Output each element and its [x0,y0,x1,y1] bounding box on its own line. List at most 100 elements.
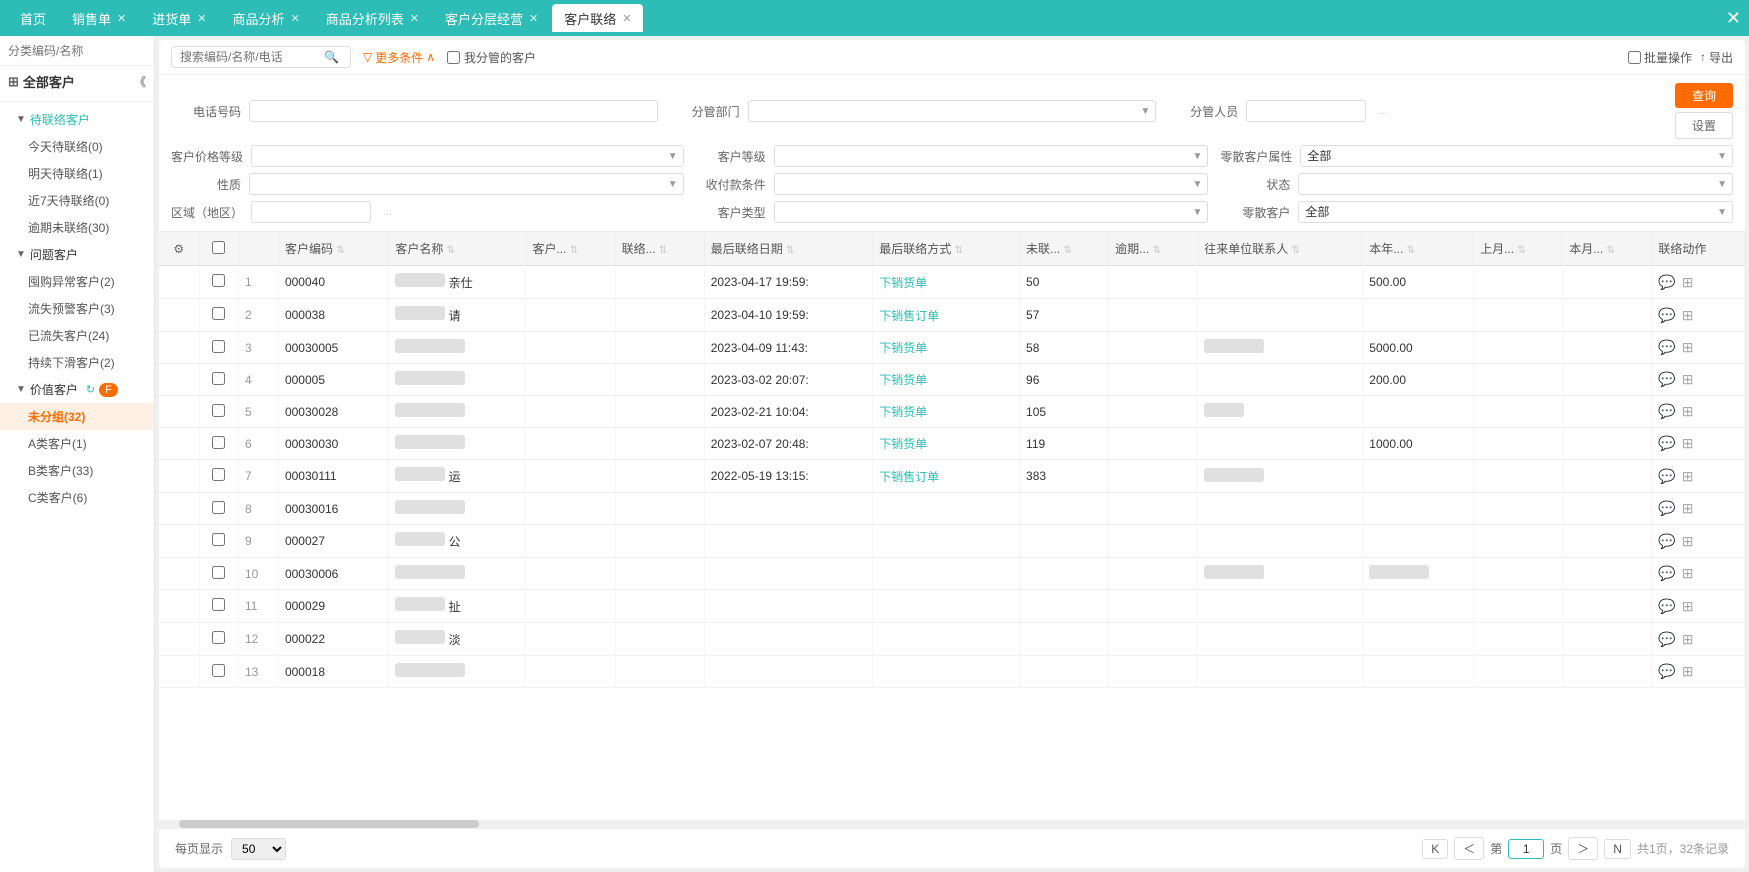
last-method-link[interactable]: 下销售订单 [879,470,939,484]
last-method-link[interactable]: 下销货单 [879,341,927,355]
chat-icon[interactable]: 💬 [1658,435,1675,452]
col-gear[interactable]: ⚙ [159,232,199,266]
row-checkbox[interactable] [212,598,225,611]
col-name[interactable]: 客户名称 ⇅ [389,232,526,266]
checkbox-cell[interactable] [199,364,238,396]
checkbox-cell[interactable] [199,460,238,493]
chat-icon[interactable]: 💬 [1658,565,1675,582]
grid-action-icon[interactable]: ⊞ [1682,274,1694,291]
checkbox-cell[interactable] [199,590,238,623]
checkbox-cell[interactable] [199,428,238,460]
sidebar-search-input[interactable] [8,44,155,58]
page-number-input[interactable] [1508,839,1544,859]
tab-product-list-close[interactable]: ✕ [410,12,419,25]
row-checkbox[interactable] [212,274,225,287]
filter-customer-level-select[interactable] [774,145,1209,167]
scrollbar-thumb[interactable] [179,820,479,828]
sidebar-item-today[interactable]: 今天待联络(0) [0,133,154,160]
col-no-contact[interactable]: 未联... ⇅ [1020,232,1109,266]
grid-action-icon[interactable]: ⊞ [1682,339,1694,356]
gear-icon[interactable]: ⚙ [173,242,184,256]
col-contact[interactable]: 联络... ⇅ [615,232,704,266]
grid-action-icon[interactable]: ⊞ [1682,371,1694,388]
reset-button[interactable]: 设置 [1675,112,1733,139]
col-type[interactable]: 客户... ⇅ [526,232,615,266]
sidebar-item-ungrouped[interactable]: 未分组(32) [0,403,154,430]
more-filters-btn[interactable]: ▽ 更多条件 ∧ [363,49,435,66]
row-checkbox[interactable] [212,340,225,353]
region-more-icon[interactable]: ... [383,206,392,218]
chat-icon[interactable]: 💬 [1658,274,1675,291]
sidebar-item-churn-warning[interactable]: 流失预警客户(3) [0,295,154,322]
chat-icon[interactable]: 💬 [1658,663,1675,680]
checkbox-cell[interactable] [199,623,238,656]
chat-icon[interactable]: 💬 [1658,403,1675,420]
checkbox-cell[interactable] [199,493,238,525]
sidebar-item-b-class[interactable]: B类客户(33) [0,457,154,484]
checkbox-cell[interactable] [199,525,238,558]
grid-action-icon[interactable]: ⊞ [1682,307,1694,324]
last-method-link[interactable]: 下销货单 [879,405,927,419]
col-this-year[interactable]: 本年... ⇅ [1363,232,1474,266]
sidebar-item-churned[interactable]: 已流失客户(24) [0,322,154,349]
checkbox-cell[interactable] [199,266,238,299]
checkbox-cell[interactable] [199,396,238,428]
row-checkbox[interactable] [212,372,225,385]
chat-icon[interactable]: 💬 [1658,631,1675,648]
batch-operation-btn[interactable]: 批量操作 [1628,49,1692,66]
checkbox-cell[interactable] [199,558,238,590]
grid-action-icon[interactable]: ⊞ [1682,403,1694,420]
checkbox-cell[interactable] [199,332,238,364]
row-checkbox[interactable] [212,533,225,546]
col-code[interactable]: 客户编码 ⇅ [278,232,388,266]
last-method-link[interactable]: 下销货单 [879,437,927,451]
chat-icon[interactable]: 💬 [1658,468,1675,485]
per-page-select[interactable]: 50 100 200 [231,838,286,860]
batch-checkbox[interactable] [1628,51,1641,64]
row-checkbox[interactable] [212,307,225,320]
row-checkbox[interactable] [212,468,225,481]
grid-action-icon[interactable]: ⊞ [1682,468,1694,485]
tab-product-analysis-close[interactable]: ✕ [291,12,300,25]
chat-icon[interactable]: 💬 [1658,371,1675,388]
row-checkbox[interactable] [212,404,225,417]
query-button[interactable]: 查询 [1675,83,1733,108]
last-method-link[interactable]: 下销售订单 [879,309,939,323]
select-all-checkbox[interactable] [212,241,225,254]
filter-payment-select[interactable] [774,173,1209,195]
filter-manager-input[interactable] [1246,100,1366,122]
row-checkbox[interactable] [212,501,225,514]
sidebar-group-problem[interactable]: ▼ 问题客户 [0,241,154,268]
prev-page-btn[interactable]: ＜ [1454,837,1484,860]
checkbox-cell[interactable] [199,656,238,688]
refresh-icon[interactable]: ↻ [86,383,95,396]
filter-nature-select[interactable] [249,173,684,195]
chat-icon[interactable]: 💬 [1658,598,1675,615]
first-page-btn[interactable]: K [1422,839,1448,859]
chat-icon[interactable]: 💬 [1658,339,1675,356]
tab-customer-segment[interactable]: 客户分层经营 ✕ [433,4,550,32]
row-checkbox[interactable] [212,631,225,644]
my-customers-toggle[interactable]: 我分管的客户 [447,49,536,66]
tab-purchase-close[interactable]: ✕ [197,12,206,25]
row-checkbox[interactable] [212,664,225,677]
row-checkbox[interactable] [212,566,225,579]
filter-price-level-select[interactable] [251,145,684,167]
filter-phone-input[interactable] [249,100,658,122]
sidebar-item-a-class[interactable]: A类客户(1) [0,430,154,457]
col-unit-contact[interactable]: 往来单位联系人 ⇅ [1198,232,1363,266]
row-checkbox[interactable] [212,436,225,449]
sidebar-item-c-class[interactable]: C类客户(6) [0,484,154,511]
next-page-btn[interactable]: ＞ [1568,837,1598,860]
tab-sales-close[interactable]: ✕ [117,12,126,25]
tab-product-analysis[interactable]: 商品分析 ✕ [220,4,311,32]
grid-action-icon[interactable]: ⊞ [1682,500,1694,517]
tab-purchase[interactable]: 进货单 ✕ [140,4,218,32]
grid-action-icon[interactable]: ⊞ [1682,598,1694,615]
col-checkbox[interactable] [199,232,238,266]
filter-search-input[interactable] [180,50,320,64]
grid-action-icon[interactable]: ⊞ [1682,533,1694,550]
sidebar-group-value[interactable]: ▼ 价值客户 ↻ F [0,376,154,403]
tab-product-list[interactable]: 商品分析列表 ✕ [314,4,431,32]
tab-customer-segment-close[interactable]: ✕ [529,12,538,25]
